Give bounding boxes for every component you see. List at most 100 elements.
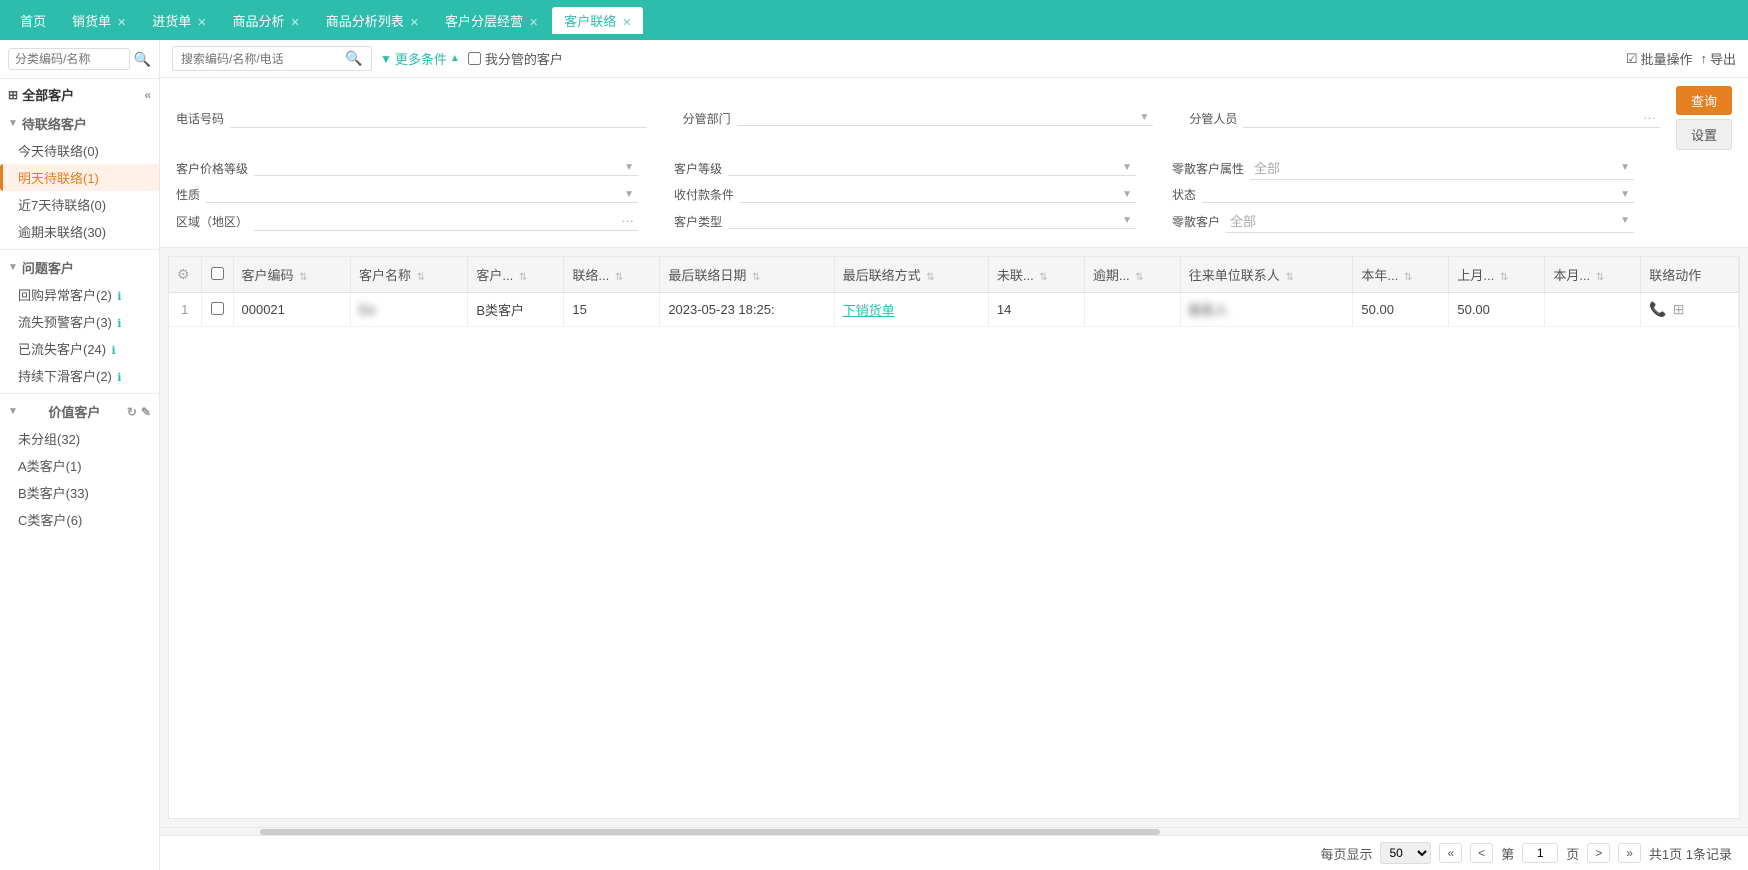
filter-region-select[interactable]: ···	[254, 211, 638, 231]
more-conditions-btn[interactable]: ▼ 更多条件 ▲	[380, 49, 460, 68]
sidebar-item-declining[interactable]: 持续下滑客户(2) ℹ	[0, 362, 159, 389]
filter-manager-select[interactable]: ···	[1243, 108, 1660, 128]
sort-last-month-icon[interactable]: ⇅	[1500, 272, 1508, 283]
nav-home[interactable]: 首页	[8, 7, 58, 34]
filter-bar-right: ☑ 批量操作 ↑ 导出	[1626, 49, 1736, 68]
sidebar-item-ungrouped[interactable]: 未分组(32)	[0, 425, 159, 452]
sidebar-item-week-contact[interactable]: 近7天待联络(0)	[0, 191, 159, 218]
row-last-contact-method: 下销货单	[834, 293, 988, 327]
search-icon[interactable]: 🔍	[345, 50, 362, 67]
filter-retail-attr-select[interactable]: 全部 ▼	[1250, 156, 1634, 180]
export-btn[interactable]: ↑ 导出	[1700, 49, 1736, 68]
row-action-icons: 📞 ⊞	[1641, 293, 1739, 327]
filter-phone-input[interactable]	[230, 109, 647, 128]
check-square-icon: ☑	[1626, 51, 1638, 67]
sort-type-icon[interactable]: ⇅	[519, 272, 527, 283]
value-group-edit-icon[interactable]: ✎	[141, 405, 151, 419]
nav-item-analysis[interactable]: 商品分析✕	[220, 7, 311, 34]
sidebar-item-a-class[interactable]: A类客户(1)	[0, 452, 159, 479]
close-customer-contact-tab[interactable]: ✕	[622, 17, 631, 29]
sidebar-item-overdue-contact[interactable]: 逾期未联络(30)	[0, 218, 159, 245]
filter-bar: 🔍 ▼ 更多条件 ▲ 我分管的客户 ☑ 批量操作 ↑ 导出	[160, 40, 1748, 78]
search-input[interactable]	[181, 52, 341, 66]
sort-last-contact-method-icon[interactable]: ⇅	[926, 272, 934, 283]
col-check	[201, 257, 233, 293]
action-grid-icon[interactable]: ⊞	[1673, 301, 1685, 318]
sidebar-collapse-icon[interactable]: «	[144, 88, 151, 102]
batch-operation-btn[interactable]: ☑ 批量操作	[1626, 49, 1693, 68]
sidebar-item-c-class[interactable]: C类客户(6)	[0, 506, 159, 533]
my-customers-check[interactable]	[468, 52, 481, 65]
retail-customer-chevron-icon: ▼	[1620, 215, 1630, 226]
column-settings-icon[interactable]: ⚙	[177, 266, 190, 282]
sidebar-item-churned[interactable]: 已流失客户(24) ℹ	[0, 335, 159, 362]
info-icon-1[interactable]: ℹ	[117, 318, 121, 330]
filter-payment-select[interactable]: ▼	[740, 187, 1136, 203]
info-icon-0[interactable]: ℹ	[117, 291, 121, 303]
filter-retail-customer-select[interactable]: 全部 ▼	[1226, 209, 1634, 233]
sidebar-item-tomorrow-contact[interactable]: 明天待联络(1)	[0, 164, 159, 191]
horizontal-scrollbar[interactable]	[160, 827, 1748, 835]
per-page-select[interactable]: 50 10 20 100	[1380, 842, 1431, 864]
filter-dept-select[interactable]: ▼	[737, 110, 1154, 126]
sidebar-all-customers[interactable]: ⊞ 全部客户 «	[0, 79, 159, 110]
close-analysis-tab[interactable]: ✕	[291, 17, 300, 29]
sidebar-search-icon[interactable]: 🔍	[134, 51, 151, 68]
info-icon-2[interactable]: ℹ	[111, 345, 115, 357]
close-customer-tier-tab[interactable]: ✕	[529, 17, 538, 29]
row-last-contact-link[interactable]: 下销货单	[843, 303, 895, 318]
scrollbar-thumb[interactable]	[260, 829, 1160, 835]
table-row: 1 000021 Ea B类客户 15 2023-05-23 18:25: 下销…	[169, 293, 1739, 327]
nav-item-purchase[interactable]: 进货单✕	[140, 7, 218, 34]
nav-item-customer-tier[interactable]: 客户分层经营✕	[433, 7, 550, 34]
top-navigation: 首页 销货单✕ 进货单✕ 商品分析✕ 商品分析列表✕ 客户分层经营✕ 客户联络✕	[0, 0, 1748, 40]
filter-gender-select[interactable]: ▼	[206, 187, 638, 203]
sidebar-item-repurchase-abnormal[interactable]: 回购异常客户(2) ℹ	[0, 281, 159, 308]
sidebar-group-problem[interactable]: 问题客户	[0, 254, 159, 281]
query-button[interactable]: 查询	[1676, 86, 1732, 115]
sort-this-month-icon[interactable]: ⇅	[1596, 272, 1604, 283]
sort-uncontacted-icon[interactable]: ⇅	[1039, 272, 1047, 283]
row-uncontacted: 14	[988, 293, 1084, 327]
select-all-checkbox[interactable]	[211, 267, 224, 280]
nav-item-sales[interactable]: 销货单✕	[60, 7, 138, 34]
search-box[interactable]: 🔍	[172, 46, 372, 71]
page-number-input[interactable]	[1522, 843, 1558, 863]
filter-price-level-select[interactable]: ▼	[254, 160, 638, 176]
sort-name-icon[interactable]: ⇅	[417, 272, 425, 283]
action-phone-icon[interactable]: 📞	[1649, 301, 1666, 318]
close-analysis-list-tab[interactable]: ✕	[410, 17, 419, 29]
sort-this-year-icon[interactable]: ⇅	[1404, 272, 1412, 283]
sort-contact-count-icon[interactable]: ⇅	[615, 272, 623, 283]
filter-customer-level-select[interactable]: ▼	[728, 160, 1136, 176]
filter-customer-type-select[interactable]: ▼	[728, 213, 1136, 229]
close-sales-tab[interactable]: ✕	[117, 17, 126, 29]
sidebar-item-today-contact[interactable]: 今天待联络(0)	[0, 137, 159, 164]
row-checkbox[interactable]	[211, 302, 224, 315]
my-customers-checkbox[interactable]: 我分管的客户	[468, 49, 563, 68]
sidebar-item-churn-warning[interactable]: 流失预警客户(3) ℹ	[0, 308, 159, 335]
settings-button[interactable]: 设置	[1676, 119, 1732, 150]
last-page-btn[interactable]: »	[1618, 843, 1641, 863]
col-overdue: 逾期... ⇅	[1084, 257, 1180, 293]
filter-status-select[interactable]: ▼	[1202, 187, 1634, 203]
col-type: 客户... ⇅	[468, 257, 564, 293]
filter-status: 状态 ▼	[1172, 186, 1634, 203]
content-area: 🔍 ▼ 更多条件 ▲ 我分管的客户 ☑ 批量操作 ↑ 导出	[160, 40, 1748, 870]
first-page-btn[interactable]: «	[1439, 843, 1462, 863]
close-purchase-tab[interactable]: ✕	[197, 17, 206, 29]
nav-item-analysis-list[interactable]: 商品分析列表✕	[314, 7, 431, 34]
nav-item-customer-contact[interactable]: 客户联络✕	[552, 7, 643, 34]
prev-page-btn[interactable]: <	[1470, 843, 1493, 863]
info-icon-3[interactable]: ℹ	[117, 372, 121, 384]
sort-overdue-icon[interactable]: ⇅	[1135, 272, 1143, 283]
value-group-refresh-icon[interactable]: ↻	[127, 405, 137, 419]
sort-contact-person-icon[interactable]: ⇅	[1285, 272, 1293, 283]
sort-code-icon[interactable]: ⇅	[299, 272, 307, 283]
sidebar-item-b-class[interactable]: B类客户(33)	[0, 479, 159, 506]
sort-last-contact-date-icon[interactable]: ⇅	[752, 272, 760, 283]
sidebar-group-value[interactable]: 价值客户 ↻ ✎	[0, 398, 159, 425]
next-page-btn[interactable]: >	[1587, 843, 1610, 863]
sidebar-search-input[interactable]	[8, 48, 130, 70]
sidebar-group-pending[interactable]: 待联络客户	[0, 110, 159, 137]
